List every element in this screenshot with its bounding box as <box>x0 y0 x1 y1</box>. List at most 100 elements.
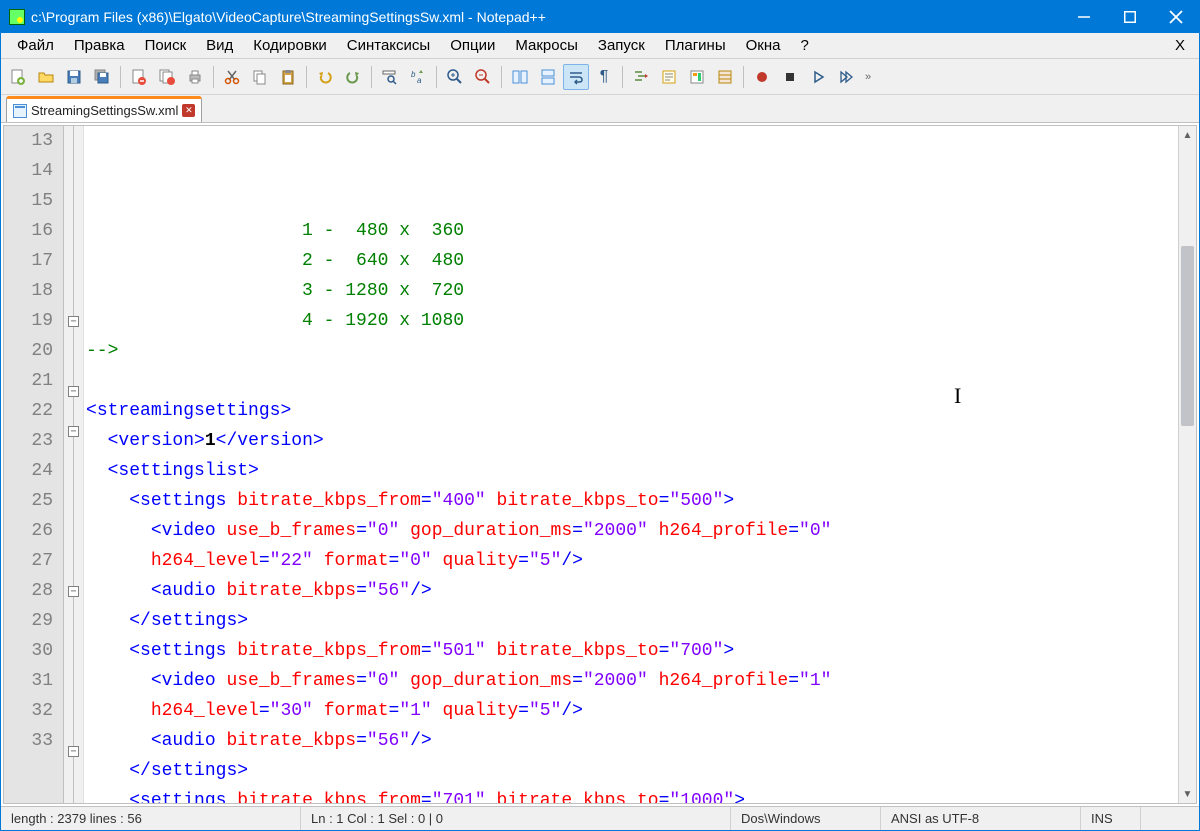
code-line[interactable]: <audio bitrate_kbps="56"/> <box>86 576 1178 606</box>
menu-item[interactable]: ? <box>790 34 818 57</box>
menu-item[interactable]: Макросы <box>505 34 588 57</box>
scroll-down-icon[interactable]: ▼ <box>1179 785 1196 803</box>
line-number[interactable]: 31 <box>4 666 53 696</box>
status-eol[interactable]: Dos\Windows <box>731 807 881 830</box>
sync-v-button[interactable] <box>507 64 533 90</box>
open-file-button[interactable] <box>33 64 59 90</box>
func-list-button[interactable] <box>712 64 738 90</box>
line-number[interactable]: 20 <box>4 336 53 366</box>
code-line[interactable]: --> <box>86 336 1178 366</box>
line-number[interactable]: 21 <box>4 366 53 396</box>
line-number[interactable]: 27 <box>4 546 53 576</box>
save-all-button[interactable] <box>89 64 115 90</box>
status-mode[interactable]: INS <box>1081 807 1141 830</box>
code-line[interactable]: h264_level="30" format="1" quality="5"/> <box>86 696 1178 726</box>
code-line[interactable]: <settings bitrate_kbps_from="400" bitrat… <box>86 486 1178 516</box>
code-line[interactable]: <streamingsettings> <box>86 396 1178 426</box>
cut-button[interactable] <box>219 64 245 90</box>
record-macro-button[interactable] <box>749 64 775 90</box>
code-line[interactable]: <audio bitrate_kbps="56"/> <box>86 726 1178 756</box>
scroll-thumb[interactable] <box>1181 246 1194 426</box>
play-multi-button[interactable] <box>833 64 859 90</box>
line-number[interactable]: 15 <box>4 186 53 216</box>
code-line[interactable]: <video use_b_frames="0" gop_duration_ms=… <box>86 516 1178 546</box>
sync-h-button[interactable] <box>535 64 561 90</box>
code-line[interactable]: 2 - 640 x 480 <box>86 246 1178 276</box>
vertical-scrollbar[interactable]: ▲ ▼ <box>1178 126 1196 803</box>
titlebar[interactable]: c:\Program Files (x86)\Elgato\VideoCaptu… <box>1 1 1199 33</box>
menu-item[interactable]: Синтаксисы <box>337 34 440 57</box>
maximize-button[interactable] <box>1107 1 1153 33</box>
line-number[interactable]: 19 <box>4 306 53 336</box>
close-file-button[interactable] <box>126 64 152 90</box>
code-line[interactable]: 1 - 480 x 360 <box>86 216 1178 246</box>
new-file-button[interactable] <box>5 64 31 90</box>
code-line[interactable] <box>86 366 1178 396</box>
menu-item[interactable]: Файл <box>7 34 64 57</box>
code-area[interactable]: I 1 - 480 x 360 2 - 640 x 480 3 - 1280 x… <box>84 126 1178 803</box>
line-number[interactable]: 17 <box>4 246 53 276</box>
line-number[interactable]: 28 <box>4 576 53 606</box>
paste-button[interactable] <box>275 64 301 90</box>
menu-item[interactable]: Кодировки <box>243 34 336 57</box>
fold-toggle-icon[interactable]: − <box>68 426 79 437</box>
line-number-gutter[interactable]: 1314151617181920212223242526272829303132… <box>4 126 64 803</box>
menu-item[interactable]: Запуск <box>588 34 655 57</box>
code-line[interactable]: </settings> <box>86 756 1178 786</box>
replace-button[interactable]: ba <box>405 64 431 90</box>
line-number[interactable]: 30 <box>4 636 53 666</box>
scroll-up-icon[interactable]: ▲ <box>1179 126 1196 144</box>
wordwrap-button[interactable] <box>563 64 589 90</box>
indent-guide-button[interactable] <box>628 64 654 90</box>
code-line[interactable]: 4 - 1920 x 1080 <box>86 306 1178 336</box>
code-line[interactable]: </settings> <box>86 606 1178 636</box>
line-number[interactable]: 33 <box>4 726 53 756</box>
menu-item[interactable]: Правка <box>64 34 135 57</box>
code-line[interactable]: <settings bitrate_kbps_from="501" bitrat… <box>86 636 1178 666</box>
show-all-chars-button[interactable]: ¶ <box>591 64 617 90</box>
find-button[interactable] <box>377 64 403 90</box>
code-line[interactable]: <version>1</version> <box>86 426 1178 456</box>
toolbar-overflow[interactable]: » <box>861 71 875 83</box>
fold-toggle-icon[interactable]: − <box>68 316 79 327</box>
tab-close-icon[interactable]: ✕ <box>182 104 195 117</box>
close-all-button[interactable] <box>154 64 180 90</box>
fold-toggle-icon[interactable]: − <box>68 746 79 757</box>
line-number[interactable]: 26 <box>4 516 53 546</box>
doc-map-button[interactable] <box>684 64 710 90</box>
menu-item[interactable]: Опции <box>440 34 505 57</box>
code-line[interactable]: 3 - 1280 x 720 <box>86 276 1178 306</box>
line-number[interactable]: 29 <box>4 606 53 636</box>
tab-active[interactable]: StreamingSettingsSw.xml ✕ <box>6 96 202 122</box>
menu-item[interactable]: Плагины <box>655 34 736 57</box>
line-number[interactable]: 13 <box>4 126 53 156</box>
fold-toggle-icon[interactable]: − <box>68 386 79 397</box>
stop-macro-button[interactable] <box>777 64 803 90</box>
close-button[interactable] <box>1153 1 1199 33</box>
line-number[interactable]: 22 <box>4 396 53 426</box>
save-button[interactable] <box>61 64 87 90</box>
line-number[interactable]: 32 <box>4 696 53 726</box>
fold-toggle-icon[interactable]: − <box>68 586 79 597</box>
code-line[interactable]: <settings bitrate_kbps_from="701" bitrat… <box>86 786 1178 803</box>
line-number[interactable]: 14 <box>4 156 53 186</box>
copy-button[interactable] <box>247 64 273 90</box>
code-line[interactable]: <settingslist> <box>86 456 1178 486</box>
play-macro-button[interactable] <box>805 64 831 90</box>
zoom-in-button[interactable] <box>442 64 468 90</box>
user-lang-button[interactable] <box>656 64 682 90</box>
code-line[interactable]: h264_level="22" format="0" quality="5"/> <box>86 546 1178 576</box>
undo-button[interactable] <box>312 64 338 90</box>
redo-button[interactable] <box>340 64 366 90</box>
menu-item[interactable]: Поиск <box>135 34 197 57</box>
zoom-out-button[interactable] <box>470 64 496 90</box>
line-number[interactable]: 23 <box>4 426 53 456</box>
menu-item[interactable]: Окна <box>736 34 791 57</box>
line-number[interactable]: 18 <box>4 276 53 306</box>
menu-item[interactable]: Вид <box>196 34 243 57</box>
status-encoding[interactable]: ANSI as UTF-8 <box>881 807 1081 830</box>
menu-close-x[interactable]: X <box>1167 34 1193 57</box>
fold-column[interactable]: − − − − − <box>64 126 84 803</box>
line-number[interactable]: 16 <box>4 216 53 246</box>
code-line[interactable]: <video use_b_frames="0" gop_duration_ms=… <box>86 666 1178 696</box>
